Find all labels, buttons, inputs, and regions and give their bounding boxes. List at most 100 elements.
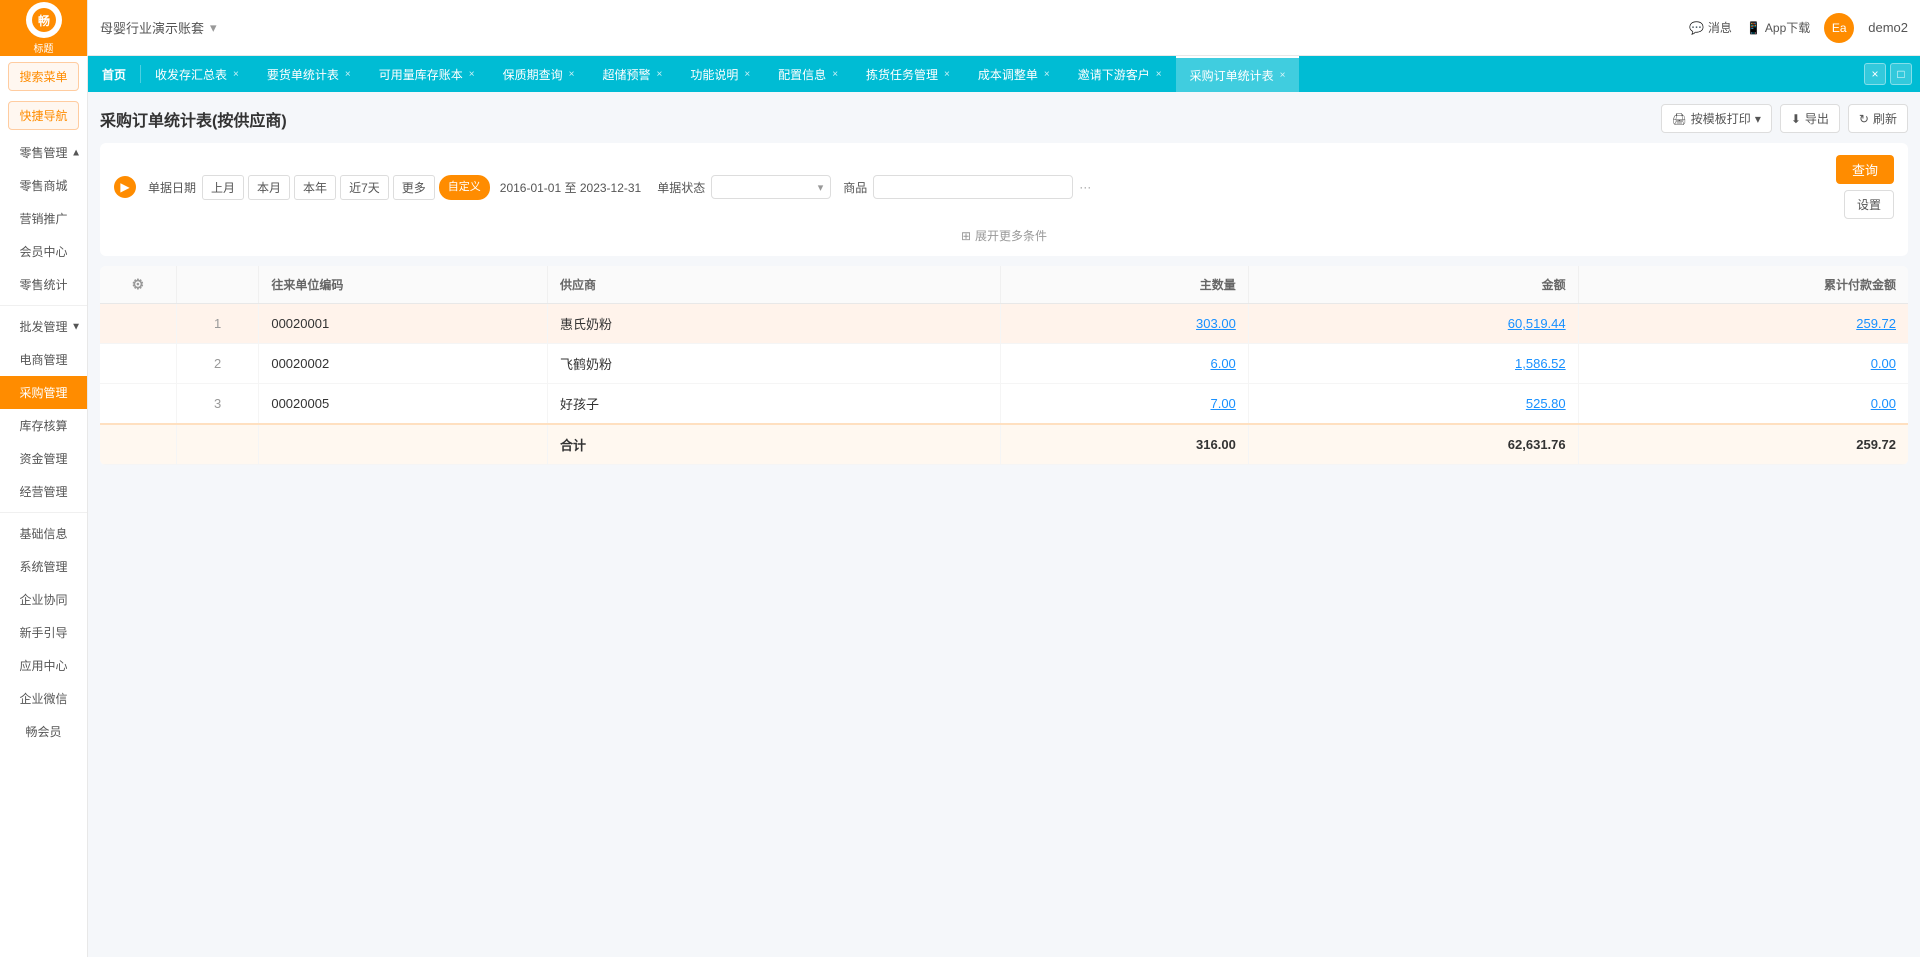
sidebar-logo-text: 标题 xyxy=(34,40,54,55)
nav-close-picktask[interactable]: × xyxy=(944,69,950,80)
date-range-buttons: 上月 本月 本年 近7天 更多 自定义 xyxy=(202,175,490,200)
date-range-display: 2016-01-01 至 2023-12-31 xyxy=(496,179,645,196)
sidebar-quicknav-button[interactable]: 快捷导航 xyxy=(8,101,79,130)
data-table-wrap: ⚙ 往来单位编码 供应商 主数量 金额 累计付款金额 1 00020001 xyxy=(100,266,1908,465)
main-area: 母婴行业演示账套 ▾ 💬 消息 📱 App下载 Ea demo2 首页 收发存汇… xyxy=(88,0,1920,957)
table-settings-icon[interactable]: ⚙ xyxy=(132,276,145,292)
row1-no: 1 xyxy=(176,304,258,344)
sidebar-item-basic-label: 基础信息 xyxy=(19,525,67,542)
query-button[interactable]: 查询 xyxy=(1836,155,1894,184)
goods-input[interactable] xyxy=(873,175,1073,199)
workspace-selector[interactable]: 母婴行业演示账套 ▾ xyxy=(100,18,1689,37)
nav-home-label: 首页 xyxy=(102,66,126,83)
nav-item-config-info[interactable]: 配置信息 × xyxy=(764,56,852,92)
table-header: ⚙ 往来单位编码 供应商 主数量 金额 累计付款金额 xyxy=(100,266,1908,304)
refresh-label: 刷新 xyxy=(1873,110,1897,127)
nav-item-inventory-ledger[interactable]: 可用量库存账本 × xyxy=(365,56,489,92)
sidebar-item-member-center[interactable]: 会员中心 xyxy=(0,235,87,268)
sidebar-item-ops-mgmt[interactable]: 经营管理 xyxy=(0,475,87,508)
sidebar-nav-list: 零售管理 ▲ 零售商城 营销推广 会员中心 零售统计 批发管理 ▼ 电商管理 采… xyxy=(0,136,87,957)
nav-item-cost-adj[interactable]: 成本调整单 × xyxy=(964,56,1064,92)
footer-settings xyxy=(100,424,176,465)
nav-item-purchase-stats[interactable]: 采购订单统计表 × xyxy=(1176,56,1300,92)
nav-costadj-label: 成本调整单 xyxy=(978,66,1038,83)
print-dropdown-arrow: ▾ xyxy=(1755,112,1761,126)
nav-close-overstock[interactable]: × xyxy=(656,69,662,80)
sidebar-item-inventory-check[interactable]: 库存核算 xyxy=(0,409,87,442)
sidebar-search-button[interactable]: 搜索菜单 xyxy=(8,62,79,91)
sidebar-item-finance-mgmt[interactable]: 资金管理 xyxy=(0,442,87,475)
export-button[interactable]: ⬇ 导出 xyxy=(1780,104,1840,133)
sidebar-nav-section: 快捷导航 xyxy=(0,97,87,136)
app-download-label: App下载 xyxy=(1765,19,1810,36)
sidebar-item-enterprise-wechat[interactable]: 企业微信 xyxy=(0,682,87,715)
sidebar-item-member-label: 畅会员 xyxy=(25,723,61,740)
sidebar-item-inventory-label: 库存核算 xyxy=(19,417,67,434)
nav-close-expiry[interactable]: × xyxy=(569,69,575,80)
nav-close-funcdesc[interactable]: × xyxy=(744,69,750,80)
table-row: 2 00020002 飞鹤奶粉 6.00 1,586.52 0.00 xyxy=(100,344,1908,384)
sidebar: 畅 标题 搜索菜单 快捷导航 零售管理 ▲ 零售商城 营销推广 会员中心 零售统… xyxy=(0,0,88,957)
nav-maximize-btn[interactable]: □ xyxy=(1890,63,1912,85)
nav-close-all-btn[interactable]: × xyxy=(1864,63,1886,85)
status-select[interactable] xyxy=(711,175,831,199)
date-btn-last-month[interactable]: 上月 xyxy=(202,175,244,200)
sidebar-item-retail-stats[interactable]: 零售统计 xyxy=(0,268,87,301)
print-button[interactable]: 🖨 按模板打印 ▾ xyxy=(1661,104,1772,133)
nav-close-costadj[interactable]: × xyxy=(1044,69,1050,80)
footer-label: 合计 xyxy=(547,424,1001,465)
sidebar-item-system-mgmt[interactable]: 系统管理 xyxy=(0,550,87,583)
row2-amount: 1,586.52 xyxy=(1248,344,1578,384)
refresh-button[interactable]: ↻ 刷新 xyxy=(1848,104,1908,133)
expand-more-button[interactable]: ⊞ 展开更多条件 xyxy=(114,227,1894,244)
sidebar-item-purchase-mgmt[interactable]: 采购管理 xyxy=(0,376,87,409)
nav-item-goods-stats[interactable]: 要货单统计表 × xyxy=(253,56,365,92)
nav-close-invite[interactable]: × xyxy=(1156,69,1162,80)
app-download-button[interactable]: 📱 App下载 xyxy=(1746,19,1810,36)
table-row: 3 00020005 好孩子 7.00 525.80 0.00 xyxy=(100,384,1908,425)
message-button[interactable]: 💬 消息 xyxy=(1689,19,1732,36)
sidebar-item-ecommerce-mgmt[interactable]: 电商管理 xyxy=(0,343,87,376)
sidebar-item-basic-info[interactable]: 基础信息 xyxy=(0,517,87,550)
sidebar-item-app-center[interactable]: 应用中心 xyxy=(0,649,87,682)
nav-close-goods[interactable]: × xyxy=(345,69,351,80)
table-body: 1 00020001 惠氏奶粉 303.00 60,519.44 259.72 … xyxy=(100,304,1908,425)
nav-close-collect[interactable]: × xyxy=(233,69,239,80)
filter-row: ▶ 单据日期 上月 本月 本年 近7天 更多 自定义 2016-01-01 至 xyxy=(114,155,1894,219)
nav-item-overstock[interactable]: 超储预警 × xyxy=(588,56,676,92)
app-logo-icon: 畅 xyxy=(26,2,62,38)
row1-code: 00020001 xyxy=(259,304,548,344)
filter-settings-button[interactable]: 设置 xyxy=(1844,190,1894,219)
sidebar-item-marketing[interactable]: 营销推广 xyxy=(0,202,87,235)
filter-toggle-button[interactable]: ▶ xyxy=(114,176,136,198)
sidebar-item-new-guide[interactable]: 新手引导 xyxy=(0,616,87,649)
nav-close-config[interactable]: × xyxy=(832,69,838,80)
date-btn-this-month[interactable]: 本月 xyxy=(248,175,290,200)
filter-date-item: 单据日期 上月 本月 本年 近7天 更多 自定义 2016-01-01 至 20… xyxy=(148,175,645,200)
date-btn-this-year[interactable]: 本年 xyxy=(294,175,336,200)
goods-more-button[interactable]: ··· xyxy=(1079,180,1091,194)
sidebar-item-enterprise-collab[interactable]: 企业协同 xyxy=(0,583,87,616)
nav-item-invite[interactable]: 邀请下游客户 × xyxy=(1064,56,1176,92)
nav-close-inventory[interactable]: × xyxy=(469,69,475,80)
table-header-row: ⚙ 往来单位编码 供应商 主数量 金额 累计付款金额 xyxy=(100,266,1908,304)
workspace-arrow-icon: ▾ xyxy=(210,20,217,36)
user-avatar[interactable]: Ea xyxy=(1824,13,1854,43)
print-icon: 🖨 xyxy=(1672,112,1687,126)
date-btn-7days[interactable]: 近7天 xyxy=(340,175,389,200)
nav-item-expiry[interactable]: 保质期查询 × xyxy=(489,56,589,92)
row2-code: 00020002 xyxy=(259,344,548,384)
sidebar-item-system-label: 系统管理 xyxy=(19,558,67,575)
nav-item-func-desc[interactable]: 功能说明 × xyxy=(676,56,764,92)
sidebar-item-wholesale-mgmt[interactable]: 批发管理 ▼ xyxy=(0,310,87,343)
sidebar-item-retail-shop[interactable]: 零售商城 xyxy=(0,169,87,202)
nav-item-home[interactable]: 首页 xyxy=(88,56,140,92)
date-btn-more[interactable]: 更多 xyxy=(393,175,435,200)
col-header-paid: 累计付款金额 xyxy=(1578,266,1908,304)
sidebar-item-member[interactable]: 畅会员 xyxy=(0,715,87,748)
nav-item-pick-task[interactable]: 拣货任务管理 × xyxy=(852,56,964,92)
nav-collect-label: 收发存汇总表 xyxy=(155,66,227,83)
nav-close-purchasestats[interactable]: × xyxy=(1280,70,1286,81)
sidebar-item-retail-management[interactable]: 零售管理 ▲ xyxy=(0,136,87,169)
nav-item-collect-dispatch[interactable]: 收发存汇总表 × xyxy=(141,56,253,92)
